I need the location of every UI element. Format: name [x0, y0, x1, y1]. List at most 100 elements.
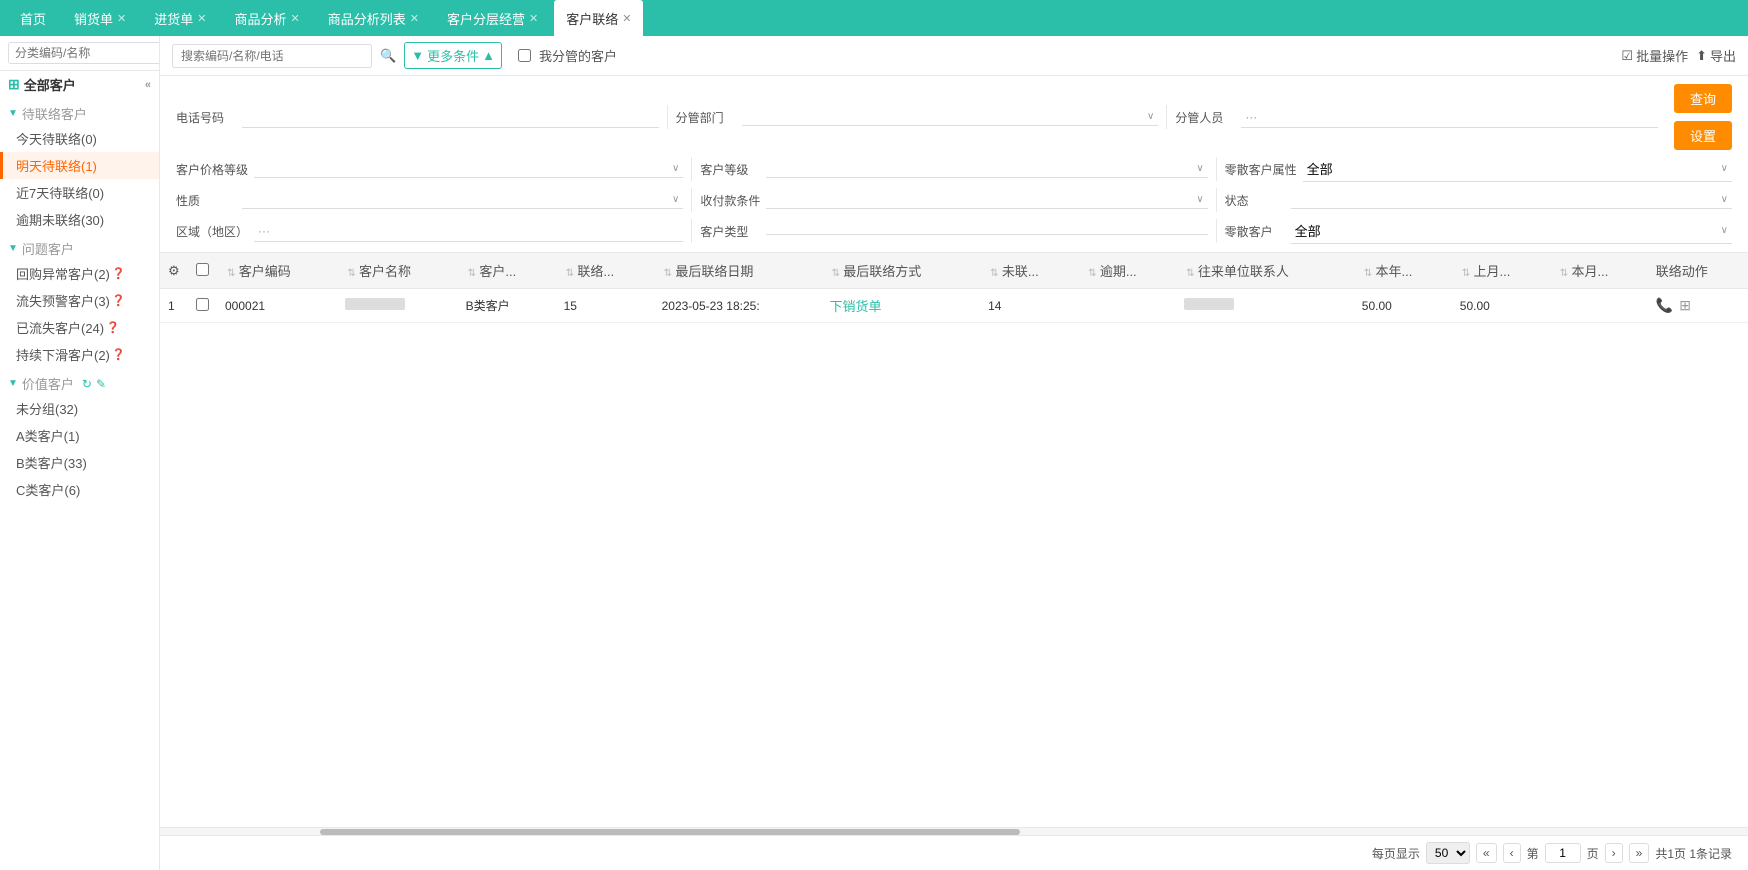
sort-icon-overdue[interactable]: ⇅ — [1088, 268, 1096, 279]
table-area: ⚙ ⇅ 客户编码 ⇅ 客户名称 — [160, 253, 1748, 827]
nav-item-analysis-list[interactable]: 商品分析列表 ✕ — [316, 0, 431, 36]
sort-icon-uc[interactable]: ⇅ — [1186, 268, 1194, 279]
sidebar-item-a-class[interactable]: A类客户(1) — [0, 422, 159, 449]
export-btn[interactable]: ⬆ 导出 — [1696, 46, 1736, 65]
sort-icon-cat[interactable]: ⇅ — [468, 268, 476, 279]
triangle-icon: ▼ — [8, 108, 18, 119]
sidebar-item-7days[interactable]: 近7天待联络(0) — [0, 179, 159, 206]
sort-icon-cnt[interactable]: ⇅ — [566, 268, 574, 279]
sidebar-item-b-class[interactable]: B类客户(33) — [0, 449, 159, 476]
phone-action-icon[interactable]: 📞 — [1656, 297, 1673, 314]
batch-label: 批量操作 — [1636, 46, 1688, 65]
set-button[interactable]: 设置 — [1674, 121, 1732, 150]
sort-icon-date[interactable]: ⇅ — [664, 268, 672, 279]
filter-btn[interactable]: ▼ 更多条件 ▲ — [404, 42, 502, 69]
sidebar-item-ungrouped[interactable]: 未分组(32) — [0, 395, 159, 422]
sidebar-item-overdue[interactable]: 逾期未联络(30) — [0, 206, 159, 233]
search-icon[interactable]: 🔍 — [380, 48, 396, 64]
help-icon-4[interactable]: ❓ — [112, 348, 126, 361]
retail-customer-value: 全部 — [1295, 221, 1321, 240]
ellipsis-person: ··· — [1245, 110, 1257, 124]
sidebar-item-c-class[interactable]: C类客户(6) — [0, 476, 159, 503]
customer-level-select[interactable]: ∨ — [766, 160, 1207, 178]
last-page-btn[interactable]: » — [1629, 843, 1650, 863]
my-customers-checkbox[interactable] — [518, 49, 531, 62]
sidebar-item-tomorrow[interactable]: 明天待联络(1) — [0, 152, 159, 179]
filter-dept: 分管部门 ∨ — [676, 108, 1159, 126]
search-input[interactable] — [172, 44, 372, 68]
filter-retail-attr: 零散客户属性 全部 ∨ — [1225, 156, 1732, 182]
sidebar-search-input[interactable] — [8, 42, 160, 64]
first-page-btn[interactable]: « — [1476, 843, 1497, 863]
nav-item-sales[interactable]: 销货单 ✕ — [62, 0, 138, 36]
horizontal-scrollbar[interactable] — [160, 827, 1748, 835]
col-checkbox — [188, 253, 217, 289]
col-unit-contact: ⇅ 往来单位联系人 — [1176, 253, 1354, 289]
nav-item-customer-contact[interactable]: 客户联络 ✕ — [554, 0, 643, 36]
nav-close-purchase[interactable]: ✕ — [197, 12, 206, 25]
sidebar-all-customers[interactable]: ⊞ 全部客户 « — [0, 71, 159, 98]
row-checkbox[interactable] — [196, 298, 209, 311]
nature-select[interactable]: ∨ — [242, 191, 683, 209]
sidebar-item-churn-risk[interactable]: 流失预警客户(3) ❓ — [0, 287, 159, 314]
cell-unit-contact — [1176, 289, 1354, 323]
nav-close-customer-tier[interactable]: ✕ — [529, 12, 538, 25]
settings-icon[interactable]: ⚙ — [168, 263, 180, 278]
select-all-checkbox[interactable] — [196, 263, 209, 276]
nav-item-customer-tier[interactable]: 客户分层经营 ✕ — [435, 0, 550, 36]
help-icon-2[interactable]: ❓ — [112, 294, 126, 307]
nav-close-customer-contact[interactable]: ✕ — [622, 12, 631, 25]
sort-icon-lm[interactable]: ⇅ — [1462, 268, 1470, 279]
chevron-up-icon: ▲ — [482, 48, 495, 63]
nav-item-analysis[interactable]: 商品分析 ✕ — [222, 0, 311, 36]
nav-close-analysis-list[interactable]: ✕ — [410, 12, 419, 25]
help-icon-3[interactable]: ❓ — [106, 321, 120, 334]
page-number-input[interactable] — [1545, 843, 1581, 863]
help-icon-1[interactable]: ❓ — [112, 267, 126, 280]
sidebar-item-abnormal[interactable]: 回购异常客户(2) ❓ — [0, 260, 159, 287]
col-code: ⇅ 客户编码 — [217, 253, 337, 289]
status-select[interactable]: ∨ — [1291, 191, 1732, 209]
grid-action-icon[interactable]: ⊞ — [1679, 297, 1691, 314]
my-customers-label: 我分管的客户 — [539, 46, 617, 65]
sidebar-item-today[interactable]: 今天待联络(0) — [0, 125, 159, 152]
sort-icon-ty[interactable]: ⇅ — [1364, 268, 1372, 279]
dept-select[interactable]: ∨ — [742, 108, 1159, 126]
person-select[interactable]: ··· — [1241, 107, 1658, 128]
price-level-select[interactable]: ∨ — [254, 160, 683, 178]
nav-item-home[interactable]: 首页 — [8, 0, 58, 36]
payment-select[interactable]: ∨ — [766, 191, 1207, 209]
retail-attr-select[interactable]: 全部 ∨ — [1303, 156, 1732, 182]
nav-close-analysis[interactable]: ✕ — [291, 12, 300, 25]
edit-icon[interactable]: ✎ — [96, 377, 106, 391]
nav-close-sales[interactable]: ✕ — [117, 12, 126, 25]
refresh-icon[interactable]: ↻ — [82, 377, 92, 391]
col-not-contacted: ⇅ 未联... — [980, 253, 1078, 289]
cell-last-method[interactable]: 下销货单 — [822, 289, 981, 323]
customer-type-select[interactable] — [766, 228, 1207, 235]
phone-input[interactable] — [242, 107, 659, 128]
sidebar-item-churned[interactable]: 已流失客户(24) ❓ — [0, 314, 159, 341]
retail-customer-select[interactable]: 全部 ∨ — [1291, 218, 1732, 244]
sort-icon-nc[interactable]: ⇅ — [990, 268, 998, 279]
batch-btn[interactable]: ☑ 批量操作 — [1621, 46, 1688, 65]
prev-page-btn[interactable]: ‹ — [1503, 843, 1521, 863]
all-customers-label: 全部客户 — [24, 75, 76, 94]
sort-icon-method[interactable]: ⇅ — [832, 268, 840, 279]
cell-not-contacted: 14 — [980, 289, 1078, 323]
nav-item-purchase[interactable]: 进货单 ✕ — [142, 0, 218, 36]
payment-label: 收付款条件 — [700, 192, 760, 209]
next-page-btn[interactable]: › — [1605, 843, 1623, 863]
sort-icon-name[interactable]: ⇅ — [347, 268, 355, 279]
collapse-icon[interactable]: « — [145, 79, 151, 91]
query-button[interactable]: 查询 — [1674, 84, 1732, 113]
caret-icon-dept: ∨ — [1147, 111, 1154, 122]
my-customers-checkbox-wrap[interactable]: 我分管的客户 — [518, 46, 617, 65]
region-select[interactable]: ··· — [254, 221, 683, 242]
per-page-select[interactable]: 50 — [1426, 842, 1470, 864]
price-level-label: 客户价格等级 — [176, 161, 248, 178]
grid-icon: ⊞ — [8, 76, 20, 93]
sort-icon-code[interactable]: ⇅ — [227, 268, 235, 279]
sort-icon-tm[interactable]: ⇅ — [1560, 268, 1568, 279]
sidebar-item-declining[interactable]: 持续下滑客户(2) ❓ — [0, 341, 159, 368]
